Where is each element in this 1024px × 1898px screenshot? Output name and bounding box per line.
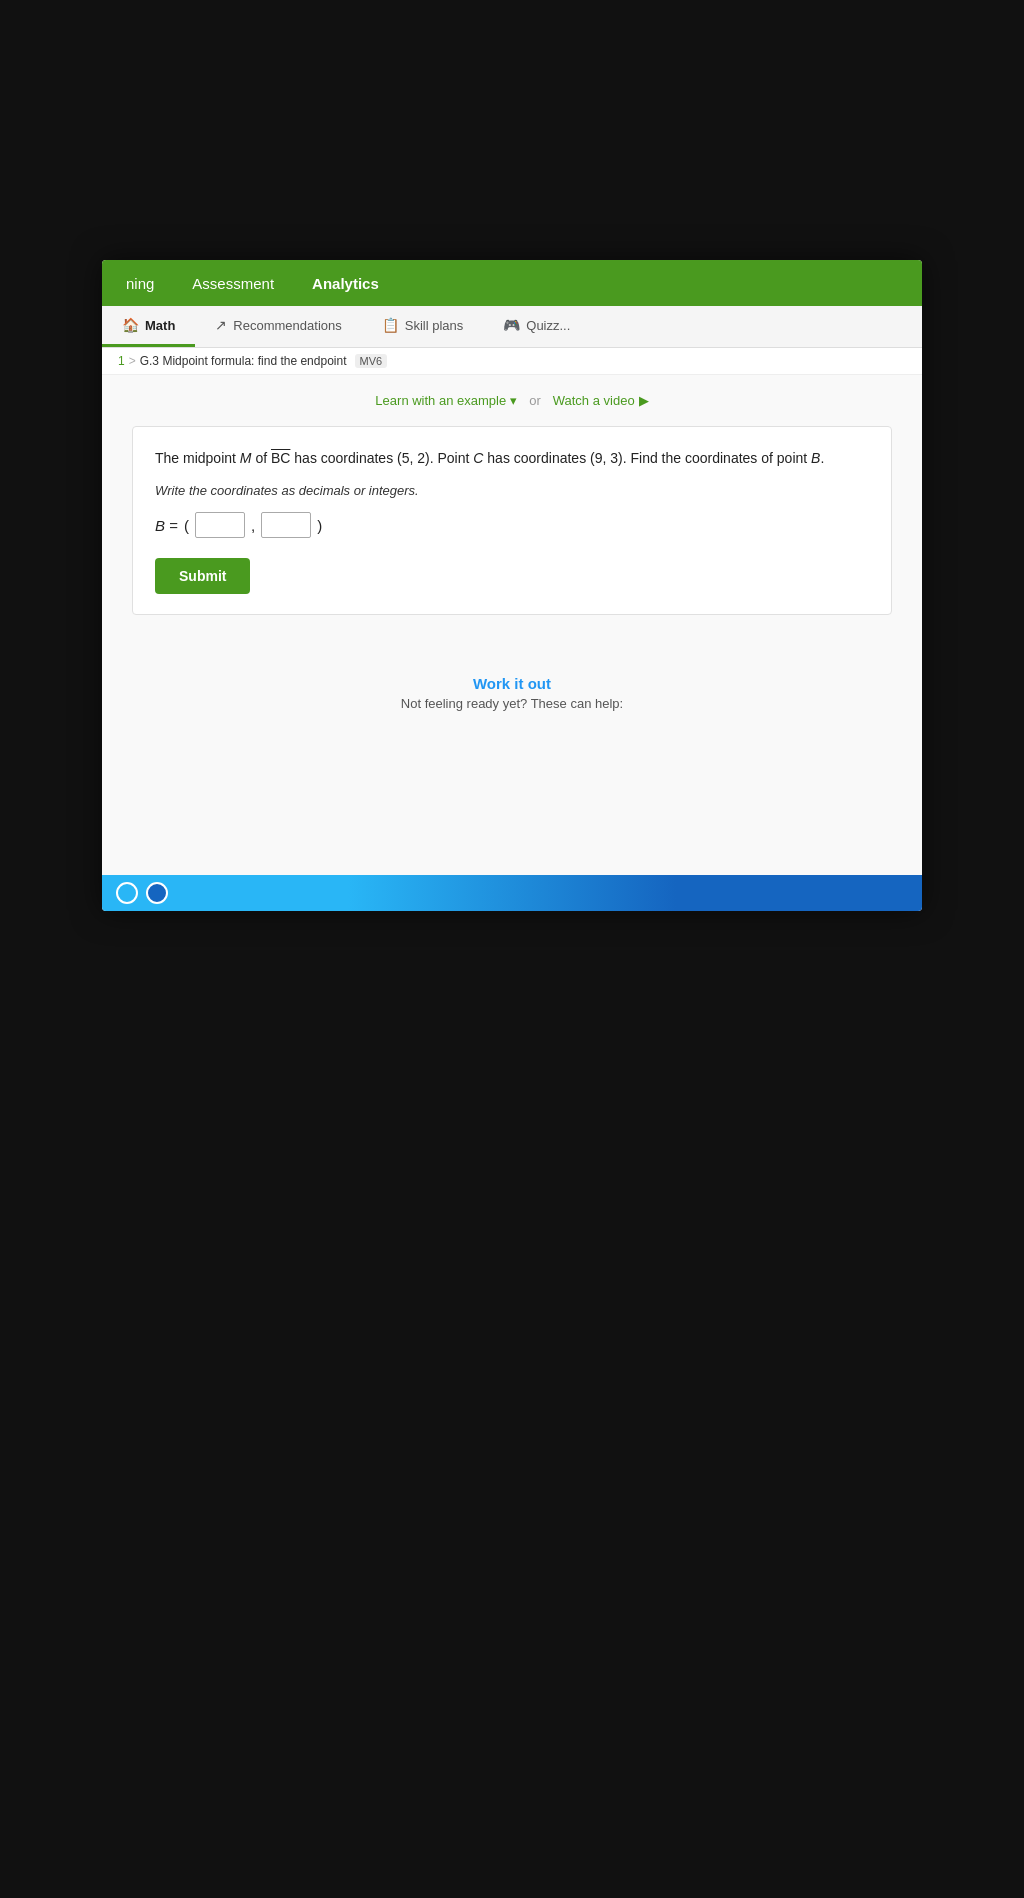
- breadcrumb: 1 > G.3 Midpoint formula: find the endpo…: [102, 348, 922, 375]
- breadcrumb-current: G.3 Midpoint formula: find the endpoint: [140, 354, 347, 368]
- nav-item-analytics[interactable]: Analytics: [308, 260, 383, 306]
- bottom-bar-dot-right: [146, 882, 168, 904]
- tab-math[interactable]: 🏠 Math: [102, 306, 195, 347]
- bottom-bar: [102, 875, 922, 911]
- skill-plans-icon: 📋: [382, 317, 399, 333]
- answer-input-x[interactable]: [195, 512, 245, 538]
- tab-recommendations[interactable]: ↗ Recommendations: [195, 306, 361, 347]
- answer-input-y[interactable]: [261, 512, 311, 538]
- screen-wrapper: ning Assessment Analytics 🏠 Math ↗ Recom…: [102, 260, 922, 911]
- nav-item-assessment[interactable]: Assessment: [188, 260, 278, 306]
- close-paren: ): [317, 517, 322, 534]
- tab-quizz[interactable]: 🎮 Quizz...: [483, 306, 590, 347]
- open-paren: (: [184, 517, 189, 534]
- play-icon: ▶: [639, 393, 649, 408]
- overline-bc: BC: [271, 450, 290, 466]
- problem-box: The midpoint M of BC has coordinates (5,…: [132, 426, 892, 615]
- content-area: Learn with an example ▾ or Watch a video…: [102, 375, 922, 875]
- problem-text: The midpoint M of BC has coordinates (5,…: [155, 447, 869, 469]
- breadcrumb-link-1[interactable]: 1: [118, 354, 125, 368]
- eq-label: B =: [155, 517, 178, 534]
- breadcrumb-badge: MV6: [355, 354, 388, 368]
- answer-row: B = ( , ): [155, 512, 869, 538]
- submit-button[interactable]: Submit: [155, 558, 250, 594]
- learn-example-button[interactable]: Learn with an example ▾: [375, 393, 517, 408]
- chevron-down-icon: ▾: [510, 393, 517, 408]
- quizz-icon: 🎮: [503, 317, 520, 333]
- work-it-out-link[interactable]: Work it out: [132, 675, 892, 692]
- bottom-bar-dot-left: [116, 882, 138, 904]
- work-it-out-subtext: Not feeling ready yet? These can help:: [132, 696, 892, 711]
- tab-bar: 🏠 Math ↗ Recommendations 📋 Skill plans 🎮…: [102, 306, 922, 348]
- work-it-out-section: Work it out Not feeling ready yet? These…: [132, 675, 892, 711]
- problem-instruction: Write the coordinates as decimals or int…: [155, 483, 869, 498]
- tab-skill-plans[interactable]: 📋 Skill plans: [362, 306, 484, 347]
- recommendations-icon: ↗: [215, 317, 227, 333]
- comma-separator: ,: [251, 517, 255, 534]
- math-icon: 🏠: [122, 317, 139, 333]
- top-nav: ning Assessment Analytics: [102, 260, 922, 306]
- helper-bar: Learn with an example ▾ or Watch a video…: [132, 393, 892, 408]
- watch-video-button[interactable]: Watch a video ▶: [553, 393, 649, 408]
- nav-item-ning[interactable]: ning: [122, 260, 158, 306]
- helper-or-text: or: [529, 393, 541, 408]
- breadcrumb-sep-1: >: [129, 354, 136, 368]
